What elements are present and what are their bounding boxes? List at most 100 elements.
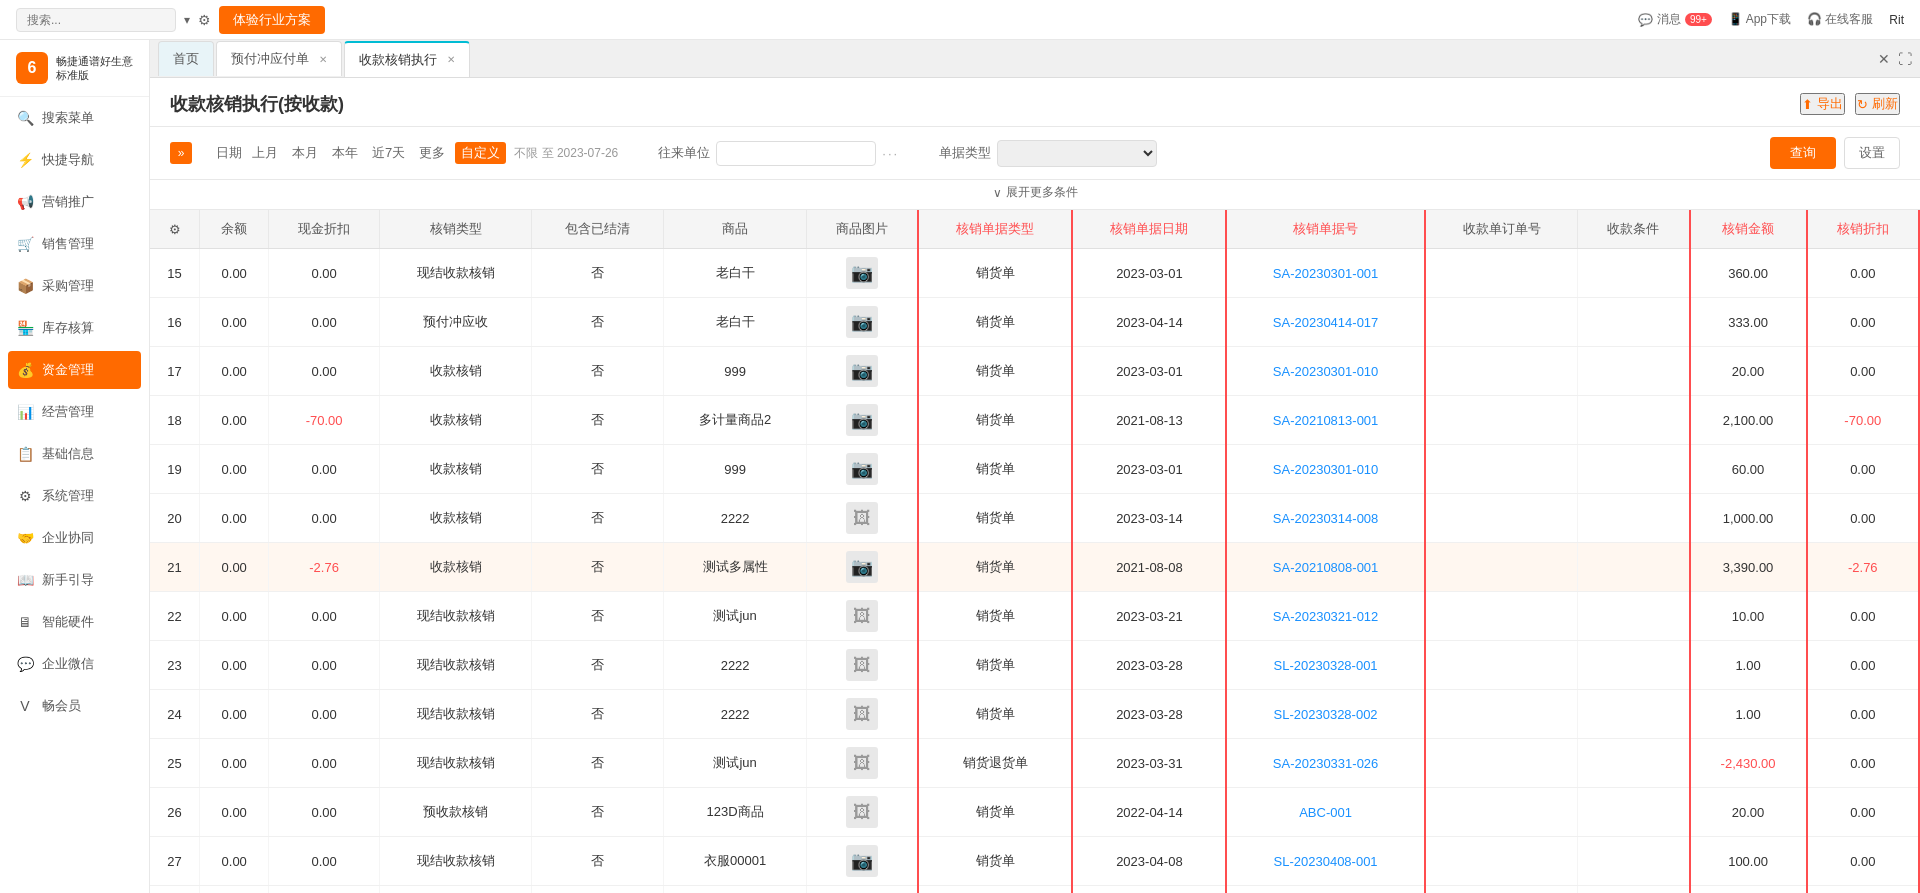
cell-receipt-condition xyxy=(1578,396,1690,445)
cell-verify-bill-no[interactable]: SL-20230328-001 xyxy=(1226,641,1424,690)
from-unit-dots[interactable]: ··· xyxy=(882,146,899,161)
verify-bill-no-link[interactable]: SA-20210813-001 xyxy=(1273,413,1379,428)
cell-verify-discount: 0.00 xyxy=(1807,347,1919,396)
expand-more-button[interactable]: ∨ 展开更多条件 xyxy=(993,184,1078,201)
verify-bill-no-link[interactable]: SL-20230328-001 xyxy=(1274,658,1378,673)
verify-bill-no-link[interactable]: SA-20210808-001 xyxy=(1273,560,1379,575)
goods-image-cell: 📷 xyxy=(846,404,878,436)
verify-bill-no-link[interactable]: SA-20230314-008 xyxy=(1273,511,1379,526)
date-this-month[interactable]: 本月 xyxy=(288,142,322,164)
verify-bill-no-link[interactable]: SA-20230414-017 xyxy=(1273,315,1379,330)
message-area[interactable]: 💬 消息 99+ xyxy=(1638,11,1712,28)
cell-goods-image: 📷 xyxy=(807,298,919,347)
cell-seq: 21 xyxy=(150,543,200,592)
sidebar-item-enterprise[interactable]: 🤝 企业协同 xyxy=(0,517,149,559)
cell-verify-bill-no[interactable]: SL-20230328-002 xyxy=(1226,690,1424,739)
sidebar-item-system[interactable]: ⚙ 系统管理 xyxy=(0,475,149,517)
dropdown-icon[interactable]: ▾ xyxy=(184,13,190,27)
sidebar-item-label: 资金管理 xyxy=(42,361,94,379)
col-verify-amount: 核销金额 xyxy=(1690,210,1807,249)
cell-receipt-order-no xyxy=(1425,739,1578,788)
verify-bill-no-link[interactable]: ABC-001 xyxy=(1299,805,1352,820)
sidebar-item-member[interactable]: V 畅会员 xyxy=(0,685,149,727)
from-unit-input[interactable] xyxy=(716,141,876,166)
sidebar-item-guide[interactable]: 📖 新手引导 xyxy=(0,559,149,601)
cell-seq: 23 xyxy=(150,641,200,690)
verify-bill-no-link[interactable]: SA-20230331-026 xyxy=(1273,756,1379,771)
tab-prepay-close[interactable]: ✕ xyxy=(319,54,327,65)
filter-receipt-type: 单据类型 xyxy=(939,140,1157,167)
filter-from-unit: 往来单位 ··· xyxy=(658,141,899,166)
solution-button[interactable]: 体验行业方案 xyxy=(219,6,325,34)
cell-receipt-order-no xyxy=(1425,543,1578,592)
tab-home[interactable]: 首页 xyxy=(158,41,214,76)
cell-balance: 0.00 xyxy=(200,396,269,445)
verify-bill-no-link[interactable]: SA-20230301-001 xyxy=(1273,266,1379,281)
sidebar-item-wechat[interactable]: 💬 企业微信 xyxy=(0,643,149,685)
cell-cash-discount: 0.00 xyxy=(269,494,380,543)
sidebar-item-purchase[interactable]: 📦 采购管理 xyxy=(0,265,149,307)
verify-bill-no-link[interactable]: SL-20230408-001 xyxy=(1274,854,1378,869)
search-input[interactable] xyxy=(16,8,176,32)
verify-bill-no-link[interactable]: SA-20230321-012 xyxy=(1273,609,1379,624)
cell-include-settled: 否 xyxy=(532,249,664,298)
sidebar-item-basic[interactable]: 📋 基础信息 xyxy=(0,433,149,475)
date-custom[interactable]: 自定义 xyxy=(455,142,506,164)
receipt-type-select[interactable] xyxy=(997,140,1157,167)
cell-verify-bill-no[interactable]: SA-20230301-010 xyxy=(1226,347,1424,396)
user-name[interactable]: Rit xyxy=(1889,13,1904,27)
maximize-button[interactable]: ⛶ xyxy=(1898,51,1912,67)
cell-cash-discount: -2.76 xyxy=(269,543,380,592)
tab-receipt-verify[interactable]: 收款核销执行 ✕ xyxy=(344,41,470,77)
sidebar-item-quicknav[interactable]: ⚡ 快捷导航 xyxy=(0,139,149,181)
online-service-link[interactable]: 🎧 在线客服 xyxy=(1807,11,1873,28)
cell-verify-bill-no[interactable]: SL-20230408-001 xyxy=(1226,837,1424,886)
basic-icon: 📋 xyxy=(16,446,34,462)
cell-verify-bill-no[interactable]: SA-20210813-001 xyxy=(1226,396,1424,445)
sidebar-item-finance[interactable]: 💰 资金管理 xyxy=(8,351,141,389)
sidebar-item-marketing[interactable]: 📢 营销推广 xyxy=(0,181,149,223)
col-gear[interactable]: ⚙ xyxy=(150,210,200,249)
search-button[interactable]: 查询 xyxy=(1770,137,1836,169)
cell-verify-bill-no[interactable]: SL-20230418-001 xyxy=(1226,886,1424,894)
cell-verify-bill-no[interactable]: SA-20230414-017 xyxy=(1226,298,1424,347)
cell-receipt-order-no xyxy=(1425,641,1578,690)
cell-verify-bill-no[interactable]: SA-20230321-012 xyxy=(1226,592,1424,641)
cell-verify-bill-no[interactable]: ABC-001 xyxy=(1226,788,1424,837)
cell-verify-bill-no[interactable]: SA-20210808-001 xyxy=(1226,543,1424,592)
refresh-button[interactable]: ↻ 刷新 xyxy=(1855,93,1900,115)
cell-goods: 测试jun xyxy=(664,739,807,788)
date-more[interactable]: 更多 xyxy=(415,142,449,164)
sidebar-item-business[interactable]: 📊 经营管理 xyxy=(0,391,149,433)
filter-collapse-icon[interactable]: » xyxy=(170,142,192,164)
goods-image-cell: 📷 xyxy=(846,306,878,338)
settings-button[interactable]: 设置 xyxy=(1844,137,1900,169)
gear-icon[interactable]: ⚙ xyxy=(198,12,211,28)
data-table: ⚙ 余额 现金折扣 核销类型 包含已结清 商品 商品图片 核销单据类型 核销单据… xyxy=(150,210,1920,893)
col-verify-discount: 核销折扣 xyxy=(1807,210,1919,249)
verify-bill-no-link[interactable]: SA-20230301-010 xyxy=(1273,364,1379,379)
cell-verify-bill-no[interactable]: SA-20230331-026 xyxy=(1226,739,1424,788)
sidebar-item-hardware[interactable]: 🖥 智能硬件 xyxy=(0,601,149,643)
date-this-year[interactable]: 本年 xyxy=(328,142,362,164)
cell-goods: 123D商品 xyxy=(664,788,807,837)
date-7days[interactable]: 近7天 xyxy=(368,142,409,164)
cell-verify-bill-no[interactable]: SA-20230301-001 xyxy=(1226,249,1424,298)
sidebar-item-sales[interactable]: 🛒 销售管理 xyxy=(0,223,149,265)
cell-verify-type: 现结收款核销 xyxy=(379,641,531,690)
verify-bill-no-link[interactable]: SA-20230301-010 xyxy=(1273,462,1379,477)
export-button[interactable]: ⬆ 导出 xyxy=(1800,93,1845,115)
cell-verify-bill-no[interactable]: SA-20230314-008 xyxy=(1226,494,1424,543)
tab-receipt-verify-close[interactable]: ✕ xyxy=(447,54,455,65)
cell-include-settled: 否 xyxy=(532,886,664,894)
app-download-link[interactable]: 📱 App下载 xyxy=(1728,11,1791,28)
date-last-month[interactable]: 上月 xyxy=(248,142,282,164)
close-window-button[interactable]: ✕ xyxy=(1878,51,1890,67)
sidebar-item-search[interactable]: 🔍 搜索菜单 xyxy=(0,97,149,139)
sidebar-item-inventory[interactable]: 🏪 库存核算 xyxy=(0,307,149,349)
cell-verify-bill-no[interactable]: SA-20230301-010 xyxy=(1226,445,1424,494)
table-header-row: ⚙ 余额 现金折扣 核销类型 包含已结清 商品 商品图片 核销单据类型 核销单据… xyxy=(150,210,1919,249)
verify-bill-no-link[interactable]: SL-20230328-002 xyxy=(1274,707,1378,722)
goods-image-cell: 🖼 xyxy=(846,649,878,681)
tab-prepay[interactable]: 预付冲应付单 ✕ xyxy=(216,41,342,76)
